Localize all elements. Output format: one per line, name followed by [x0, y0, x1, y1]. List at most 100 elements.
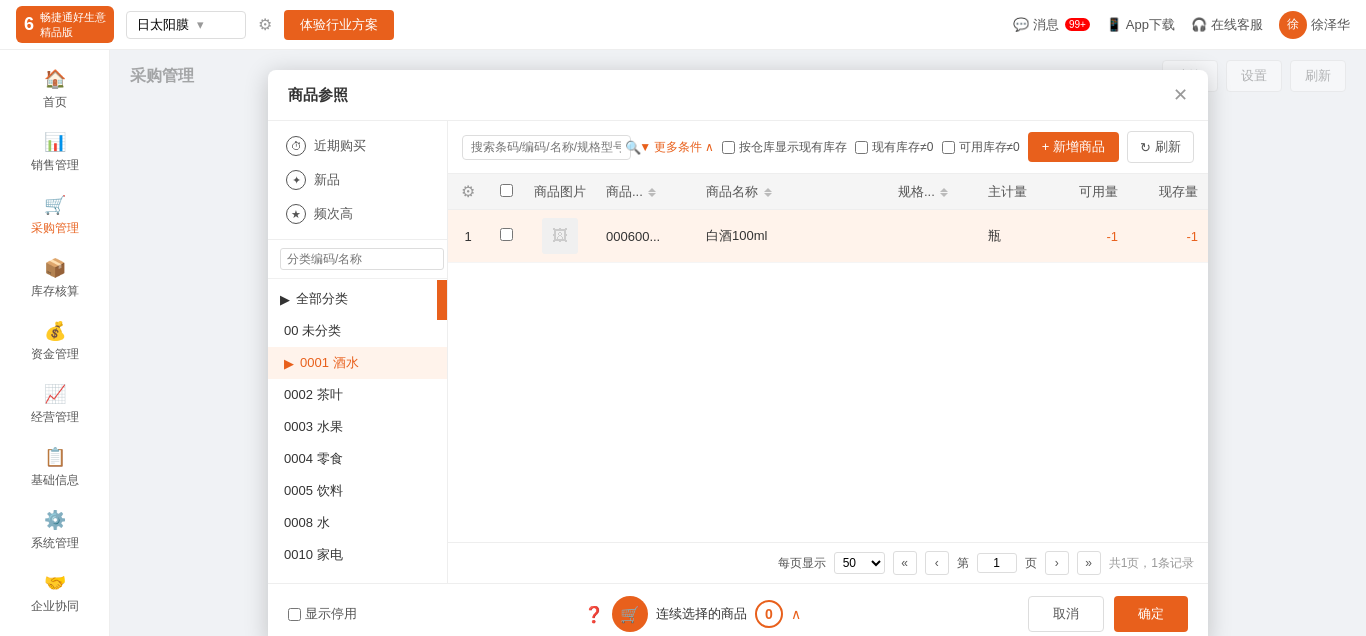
modal-close-button[interactable]: ✕ — [1173, 84, 1188, 106]
operations-icon: 📈 — [44, 383, 66, 405]
logo-icon: 6 — [24, 14, 34, 35]
prev-page-icon: ‹ — [935, 556, 939, 570]
sidebar-item-purchase[interactable]: 🛒 采购管理 — [0, 184, 109, 247]
next-page-button[interactable]: › — [1045, 551, 1069, 575]
category-item-beverage[interactable]: 0005 饮料 — [268, 475, 447, 507]
sales-icon: 📊 — [44, 131, 66, 153]
check-warehouse-item[interactable]: 按仓库显示现有库存 — [722, 139, 847, 156]
table-row[interactable]: 1 🖼 000600... 白酒100ml — [448, 210, 1208, 263]
show-disabled-input[interactable] — [288, 608, 301, 621]
product-image: 🖼 — [542, 218, 578, 254]
last-page-button[interactable]: » — [1077, 551, 1101, 575]
show-disabled-checkbox[interactable]: 显示停用 — [288, 605, 357, 623]
sidebar-item-sales-label: 销售管理 — [31, 157, 79, 174]
quick-item-recent-label: 近期购买 — [314, 137, 366, 155]
category-item-snack[interactable]: 0004 零食 — [268, 443, 447, 475]
logo: 6 畅捷通好生意 精品版 — [16, 6, 114, 43]
category-item-tea[interactable]: 0002 茶叶 — [268, 379, 447, 411]
th-name-label: 商品名称 — [706, 184, 758, 199]
nav-online-service[interactable]: 🎧 在线客服 — [1191, 16, 1263, 34]
check-existing-item[interactable]: 现有库存≠0 — [855, 139, 933, 156]
category-item-fruit[interactable]: 0003 水果 — [268, 411, 447, 443]
cancel-button[interactable]: 取消 — [1028, 596, 1104, 632]
prev-page-button[interactable]: ‹ — [925, 551, 949, 575]
add-product-button[interactable]: + 新增商品 — [1028, 132, 1119, 162]
cell-spec — [888, 210, 978, 263]
sidebar: 🏠 首页 📊 销售管理 🛒 采购管理 📦 库存核算 💰 资金管理 📈 经营管理 … — [0, 50, 110, 636]
store-select[interactable]: 日太阳膜 ▾ — [126, 11, 246, 39]
cart-count-badge: 0 — [755, 600, 783, 628]
avatar: 徐 — [1279, 11, 1307, 39]
filter-more-conditions[interactable]: ▼ 更多条件 ∧ — [639, 139, 714, 156]
first-page-icon: « — [901, 556, 908, 570]
logo-line2: 精品版 — [40, 25, 106, 39]
settings-icon[interactable]: ⚙ — [258, 15, 272, 34]
product-table: ⚙ 商品图片 — [448, 174, 1208, 263]
product-search-input[interactable] — [471, 140, 621, 154]
sidebar-item-inventory[interactable]: 📦 库存核算 — [0, 247, 109, 310]
category-search-input[interactable] — [280, 248, 444, 270]
category-item-uncategorized[interactable]: 00 未分类 — [268, 315, 447, 347]
sidebar-item-basic-info[interactable]: 📋 基础信息 — [0, 436, 109, 499]
first-page-button[interactable]: « — [893, 551, 917, 575]
current-page-input[interactable] — [977, 553, 1017, 573]
all-category-label: 全部分类 — [296, 290, 348, 308]
category-item-water[interactable]: 0008 水 — [268, 507, 447, 539]
product-reference-modal: 商品参照 ✕ ⏱ 近期购买 ✦ 新 — [268, 70, 1208, 636]
quick-item-new[interactable]: ✦ 新品 — [276, 163, 439, 197]
next-page-icon: › — [1055, 556, 1059, 570]
check-available-input[interactable] — [942, 141, 955, 154]
modal-title: 商品参照 — [288, 86, 348, 105]
check-warehouse-input[interactable] — [722, 141, 735, 154]
sidebar-item-operations-label: 经营管理 — [31, 409, 79, 426]
category-item-all[interactable]: ▶ 全部分类 — [268, 283, 447, 315]
sidebar-item-system-label: 系统管理 — [31, 535, 79, 552]
select-all-checkbox[interactable] — [500, 184, 513, 197]
check-existing-input[interactable] — [855, 141, 868, 154]
sidebar-item-enterprise[interactable]: 🤝 企业协同 — [0, 562, 109, 625]
category-item-liquor[interactable]: ▶ 0001 酒水 — [268, 347, 447, 379]
refresh-button[interactable]: ↻ 刷新 — [1127, 131, 1194, 163]
quick-item-new-label: 新品 — [314, 171, 340, 189]
check-warehouse-label: 按仓库显示现有库存 — [739, 139, 847, 156]
quick-item-recent[interactable]: ⏱ 近期购买 — [276, 129, 439, 163]
sidebar-item-finance[interactable]: 💰 资金管理 — [0, 310, 109, 373]
nav-messages[interactable]: 💬 消息 99+ — [1013, 16, 1090, 34]
footer-collapse-button[interactable]: ∧ — [791, 606, 801, 622]
category-uncategorized-label: 00 未分类 — [284, 322, 341, 340]
check-available-item[interactable]: 可用库存≠0 — [942, 139, 1020, 156]
th-code-label: 商品... — [606, 184, 643, 199]
help-icon[interactable]: ❓ — [584, 605, 604, 624]
product-search-box: 🔍 — [462, 135, 631, 160]
cart-button[interactable]: 🛒 — [612, 596, 648, 632]
home-icon: 🏠 — [44, 68, 66, 90]
quick-item-frequent[interactable]: ★ 频次高 — [276, 197, 439, 231]
th-unit-label: 主计量 — [988, 184, 1027, 199]
sidebar-item-home[interactable]: 🏠 首页 — [0, 58, 109, 121]
category-fruit-label: 0003 水果 — [284, 418, 343, 436]
sidebar-item-guide[interactable]: 🎯 新手引导 — [0, 625, 109, 636]
sidebar-item-sales[interactable]: 📊 销售管理 — [0, 121, 109, 184]
nav-user[interactable]: 徐 徐泽华 — [1279, 11, 1350, 39]
category-item-appliance[interactable]: 0010 家电 — [268, 539, 447, 571]
sidebar-item-system[interactable]: ⚙️ 系统管理 — [0, 499, 109, 562]
sidebar-collapse-button[interactable]: 《 — [437, 280, 448, 320]
toolbar-right: + 新增商品 ↻ 刷新 — [1028, 131, 1194, 163]
modal-toolbar: 🔍 ▼ 更多条件 ∧ 按仓库显示现有库存 — [448, 121, 1208, 174]
row-checkbox[interactable] — [500, 228, 513, 241]
th-product-name: 商品名称 — [696, 174, 888, 210]
enterprise-icon: 🤝 — [44, 572, 66, 594]
trial-btn[interactable]: 体验行业方案 — [284, 10, 394, 40]
refresh-label: 刷新 — [1155, 138, 1181, 156]
confirm-button[interactable]: 确定 — [1114, 596, 1188, 632]
quick-items-list: ⏱ 近期购买 ✦ 新品 ★ 频次高 — [268, 129, 447, 240]
th-img-label: 商品图片 — [534, 184, 586, 199]
nav-app-download[interactable]: 📱 App下载 — [1106, 16, 1175, 34]
category-tree: ▶ 全部分类 00 未分类 ▶ 0001 酒水 0002 茶 — [268, 279, 447, 575]
message-badge: 99+ — [1065, 18, 1090, 31]
sidebar-item-operations[interactable]: 📈 经营管理 — [0, 373, 109, 436]
th-product-code: 商品... — [596, 174, 696, 210]
cell-code: 000600... — [596, 210, 696, 263]
column-settings-icon[interactable]: ⚙ — [461, 183, 475, 200]
per-page-select[interactable]: 50 10 20 100 — [834, 552, 885, 574]
